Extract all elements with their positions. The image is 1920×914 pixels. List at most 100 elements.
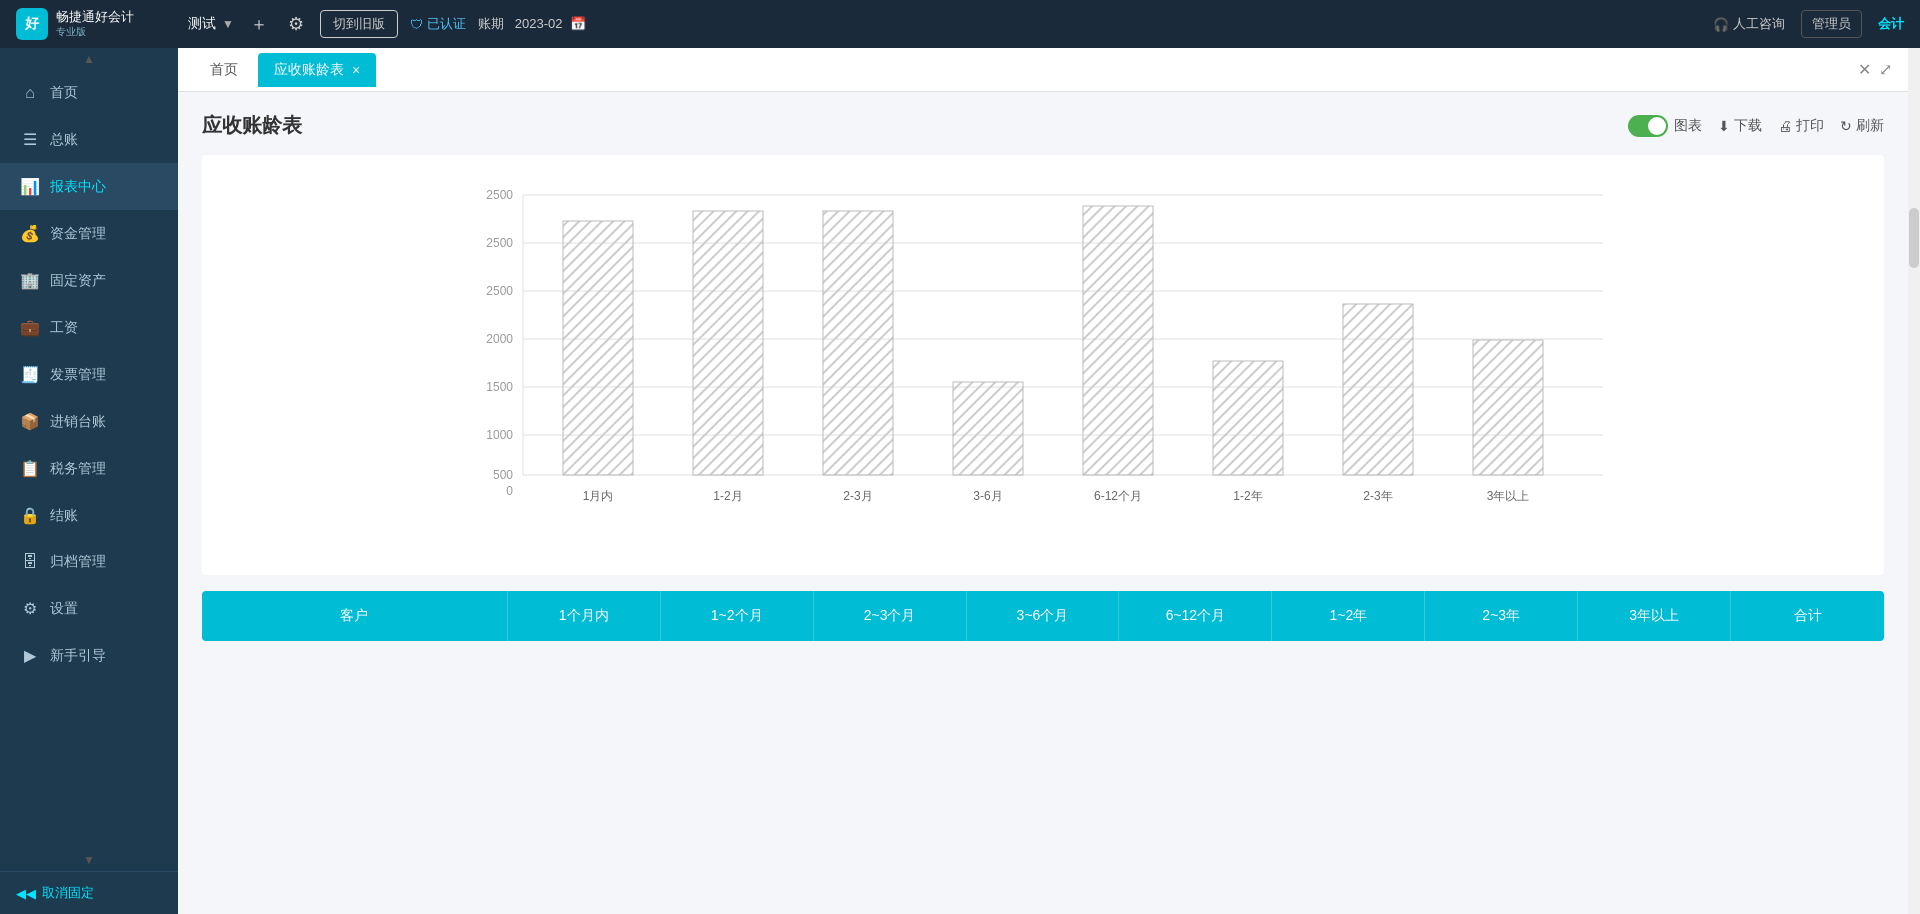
sidebar-item-invoice[interactable]: 🧾 发票管理 [0, 351, 178, 398]
svg-text:1500: 1500 [486, 380, 513, 394]
sidebar-item-close[interactable]: 🔒 结账 [0, 492, 178, 539]
table-header: 客户 1个月内 1~2个月 2~3个月 3~6个月 6~12个月 1~2年 2~… [202, 591, 1884, 641]
th-6-12month: 6~12个月 [1119, 591, 1272, 641]
bar-3-6月 [953, 382, 1023, 475]
svg-text:2500: 2500 [486, 236, 513, 250]
ledger-icon: ☰ [20, 130, 40, 149]
tab-bar: 首页 应收账龄表 × ✕ ⤢ [178, 48, 1908, 92]
print-button[interactable]: 🖨 打印 [1778, 117, 1824, 135]
scroll-up-indicator[interactable]: ▲ [0, 48, 178, 70]
print-icon: 🖨 [1778, 118, 1792, 134]
guide-icon: ▶ [20, 646, 40, 665]
role-button[interactable]: 会计 [1878, 15, 1904, 33]
sidebar-label-archive: 归档管理 [50, 553, 106, 571]
sidebar-item-funds[interactable]: 💰 资金管理 [0, 210, 178, 257]
sidebar-item-guide[interactable]: ▶ 新手引导 [0, 632, 178, 679]
sidebar-label-ledger: 总账 [50, 131, 78, 149]
cancel-fixed-label: 取消固定 [42, 884, 94, 902]
x-label-1: 1月内 [583, 489, 614, 503]
bar-2-3年 [1343, 304, 1413, 475]
sidebar-label-assets: 固定资产 [50, 272, 106, 290]
user-button[interactable]: 管理员 [1801, 10, 1862, 38]
chart-container: 2500 2500 2500 2000 1500 1000 500 0 [202, 155, 1884, 575]
cancel-fixed-button[interactable]: ◀◀ 取消固定 [0, 871, 178, 914]
download-button[interactable]: ⬇ 下载 [1718, 117, 1762, 135]
tab-bar-right: ✕ ⤢ [1858, 60, 1892, 79]
funds-icon: 💰 [20, 224, 40, 243]
svg-text:2000: 2000 [486, 332, 513, 346]
svg-text:500: 500 [493, 468, 513, 482]
assets-icon: 🏢 [20, 271, 40, 290]
tab-fullscreen-button[interactable]: ⤢ [1879, 60, 1892, 79]
refresh-icon: ↻ [1840, 118, 1852, 134]
sidebar-label-invoice: 发票管理 [50, 366, 106, 384]
sidebar-item-tax[interactable]: 📋 税务管理 [0, 445, 178, 492]
header-center: 测试 ▼ ＋ ⚙ 切到旧版 🛡 已认证 账期 2023-02 📅 [188, 8, 1701, 40]
x-label-8: 3年以上 [1487, 489, 1530, 503]
period-value: 2023-02 [515, 16, 563, 31]
sidebar-item-home[interactable]: ⌂ 首页 [0, 70, 178, 116]
pin-icon: ◀◀ [16, 886, 36, 901]
top-header: 好 畅捷通好会计 专业版 测试 ▼ ＋ ⚙ 切到旧版 🛡 已认证 账期 2023… [0, 0, 1920, 48]
switch-version-button[interactable]: 切到旧版 [320, 10, 398, 38]
chevron-down-icon: ▼ [222, 17, 234, 31]
bar-1-2年 [1213, 361, 1283, 475]
headphone-icon: 🎧 [1713, 17, 1729, 32]
chart-toggle-group: 图表 [1628, 115, 1702, 137]
sidebar-item-purchase[interactable]: 📦 进销台账 [0, 398, 178, 445]
sidebar-label-settings: 设置 [50, 600, 78, 618]
report-icon: 📊 [20, 177, 40, 196]
add-button[interactable]: ＋ [246, 8, 272, 40]
ai-consult-button[interactable]: 🎧 人工咨询 [1713, 15, 1785, 33]
bar-1月内 [563, 221, 633, 475]
sidebar-item-report[interactable]: 📊 报表中心 [0, 163, 178, 210]
tab-report[interactable]: 应收账龄表 × [258, 53, 376, 87]
period-label: 账期 [478, 16, 504, 31]
sidebar-item-settings[interactable]: ⚙ 设置 [0, 585, 178, 632]
archive-icon: 🗄 [20, 553, 40, 571]
header-right: 🎧 人工咨询 管理员 会计 [1713, 10, 1904, 38]
sidebar-label-guide: 新手引导 [50, 647, 106, 665]
ai-consult-label: 人工咨询 [1733, 15, 1785, 33]
bar-6-12月 [1083, 206, 1153, 475]
invoice-icon: 🧾 [20, 365, 40, 384]
scrollbar-thumb[interactable] [1909, 208, 1919, 268]
th-customer: 客户 [202, 591, 508, 641]
sidebar-item-ledger[interactable]: ☰ 总账 [0, 116, 178, 163]
th-1month: 1个月内 [508, 591, 661, 641]
close-accounts-icon: 🔒 [20, 506, 40, 525]
download-icon: ⬇ [1718, 118, 1730, 134]
sidebar-label-tax: 税务管理 [50, 460, 106, 478]
svg-text:2500: 2500 [486, 284, 513, 298]
sidebar-label-report: 报表中心 [50, 178, 106, 196]
sidebar: ▲ ⌂ 首页 ☰ 总账 📊 报表中心 💰 资金管理 🏢 固定资产 [0, 48, 178, 914]
main-layout: ▲ ⌂ 首页 ☰ 总账 📊 报表中心 💰 资金管理 🏢 固定资产 [0, 48, 1920, 914]
sidebar-item-archive[interactable]: 🗄 归档管理 [0, 539, 178, 585]
tab-close-button[interactable]: × [352, 62, 360, 78]
bar-1-2月 [693, 211, 763, 475]
sidebar-item-payroll[interactable]: 💼 工资 [0, 304, 178, 351]
company-selector[interactable]: 测试 ▼ [188, 15, 234, 33]
sidebar-label-home: 首页 [50, 84, 78, 102]
home-icon: ⌂ [20, 84, 40, 102]
logo-sub: 专业版 [56, 25, 134, 39]
tax-icon: 📋 [20, 459, 40, 478]
scrollbar-area [1908, 48, 1920, 914]
refresh-button[interactable]: ↻ 刷新 [1840, 117, 1884, 135]
tab-home[interactable]: 首页 [194, 53, 254, 87]
chart-toggle[interactable] [1628, 115, 1668, 137]
scroll-down-indicator[interactable]: ▼ [0, 849, 178, 871]
th-3-6month: 3~6个月 [967, 591, 1120, 641]
tab-close-all-button[interactable]: ✕ [1858, 60, 1871, 79]
x-label-7: 2-3年 [1363, 489, 1392, 503]
bar-2-3月 [823, 211, 893, 475]
logo-icon: 好 [16, 8, 48, 40]
th-2-3month: 2~3个月 [814, 591, 967, 641]
print-label: 打印 [1796, 117, 1824, 135]
table-container: 客户 1个月内 1~2个月 2~3个月 3~6个月 6~12个月 1~2年 2~… [202, 591, 1884, 641]
sidebar-item-assets[interactable]: 🏢 固定资产 [0, 257, 178, 304]
sidebar-label-payroll: 工资 [50, 319, 78, 337]
x-label-6: 1-2年 [1233, 489, 1262, 503]
logo-text: 畅捷通好会计 专业版 [56, 9, 134, 39]
settings-icon-button[interactable]: ⚙ [284, 9, 308, 39]
